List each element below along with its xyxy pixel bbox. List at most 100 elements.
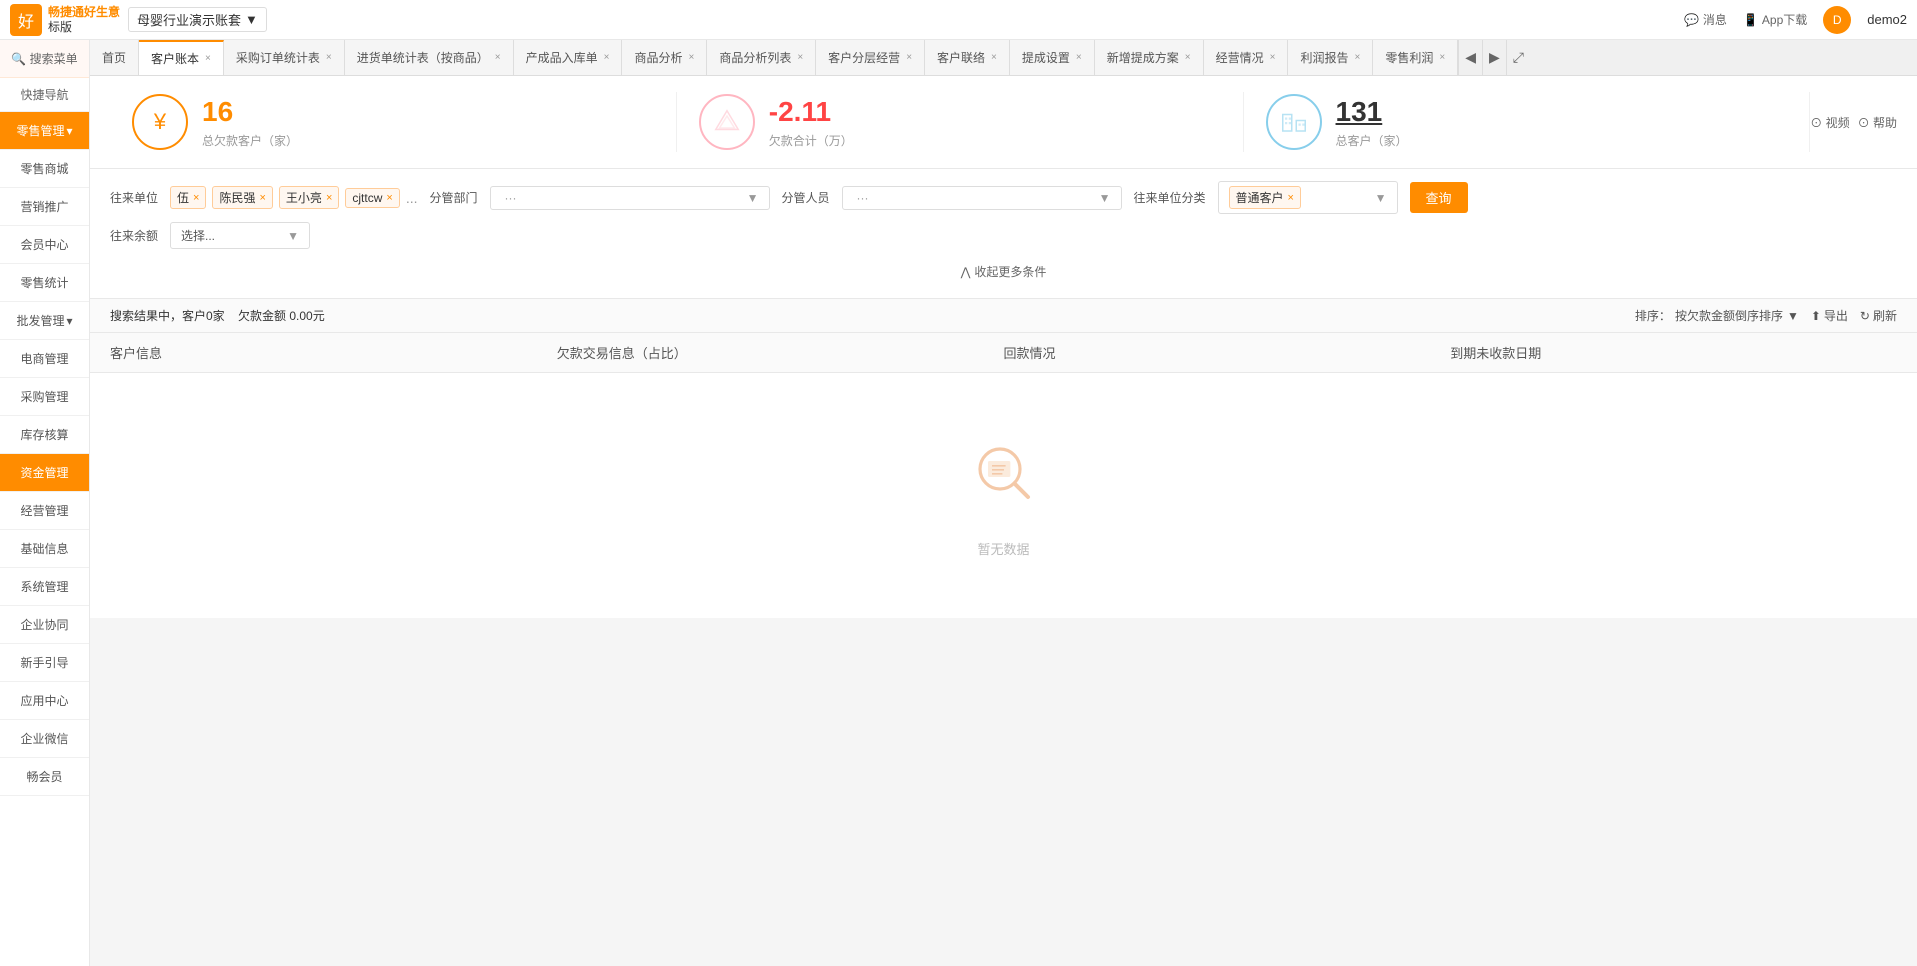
tab-purchase-orders[interactable]: 采购订单统计表 × bbox=[224, 40, 345, 76]
page-content: ¥ 16 总欠款客户（家） bbox=[90, 76, 1917, 966]
filter-balance-select[interactable]: 选择... ▼ bbox=[170, 222, 310, 249]
tab-maximize[interactable]: ⤢ bbox=[1506, 40, 1530, 76]
filter-person-select[interactable]: ··· ▼ bbox=[842, 186, 1122, 210]
tab-new-promotion[interactable]: 新增提成方案 × bbox=[1095, 40, 1204, 76]
search-icon: 🔍 bbox=[11, 52, 26, 66]
tab-profit-report[interactable]: 利润报告 × bbox=[1288, 40, 1373, 76]
tab-production-in[interactable]: 产成品入库单 × bbox=[514, 40, 623, 76]
sort-select[interactable]: 排序： 按欠款金额倒序排序 ▼ bbox=[1635, 307, 1799, 324]
export-btn[interactable]: ⬆ 导出 bbox=[1811, 307, 1848, 324]
filter-tag-wu-remove[interactable]: × bbox=[193, 192, 199, 204]
tab-operation-status[interactable]: 经营情况 × bbox=[1204, 40, 1289, 76]
tab-goods-analysis[interactable]: 商品分析 × bbox=[622, 40, 707, 76]
help-link[interactable]: ⊙ 帮助 bbox=[1858, 114, 1897, 131]
empty-state: 暂无数据 bbox=[90, 373, 1917, 618]
sidebar-item-system[interactable]: 系统管理 bbox=[0, 568, 89, 606]
tab-home[interactable]: 首页 bbox=[90, 40, 139, 76]
tab-goods-analysis-list[interactable]: 商品分析列表 × bbox=[707, 40, 816, 76]
filter-tag-cjttcw-remove[interactable]: × bbox=[386, 192, 392, 204]
tab-close-operation-status[interactable]: × bbox=[1270, 52, 1276, 63]
tab-close-customer-tier[interactable]: × bbox=[906, 52, 912, 63]
tab-promotion-settings-label: 提成设置 bbox=[1022, 49, 1070, 66]
sidebar-item-retail[interactable]: 零售管理 ▾ bbox=[0, 112, 89, 150]
more-tags-btn[interactable]: ... bbox=[406, 190, 418, 206]
search-btn-label: 查询 bbox=[1426, 191, 1452, 206]
sidebar-item-enterprise-wx[interactable]: 企业微信 bbox=[0, 720, 89, 758]
col-date-header: 到期未收款日期 bbox=[1450, 343, 1897, 362]
col-payment-header: 回款情况 bbox=[1004, 343, 1451, 362]
sidebar-item-app-center[interactable]: 应用中心 bbox=[0, 682, 89, 720]
stat-value-all-customers: 131 bbox=[1336, 95, 1408, 129]
tab-promotion-settings[interactable]: 提成设置 × bbox=[1010, 40, 1095, 76]
sidebar-item-finance[interactable]: 资金管理 bbox=[0, 454, 89, 492]
chevron-down-icon: ▾ bbox=[66, 124, 72, 138]
refresh-btn[interactable]: ↻ 刷新 bbox=[1860, 307, 1897, 324]
stat-icon-debt bbox=[699, 94, 755, 150]
export-icon: ⬆ bbox=[1811, 309, 1821, 323]
stat-icon-money: ¥ bbox=[132, 94, 188, 150]
filter-tag-normal-remove[interactable]: × bbox=[1288, 192, 1294, 204]
tab-purchase-stats[interactable]: 进货单统计表（按商品） × bbox=[345, 40, 514, 76]
sidebar-item-purchase[interactable]: 采购管理 bbox=[0, 378, 89, 416]
stat-icon-wrap-1: ¥ bbox=[130, 92, 190, 152]
filter-tag-wang-remove[interactable]: × bbox=[326, 192, 332, 204]
sidebar: 🔍 搜索菜单 快捷导航 零售管理 ▾ 零售商城 营销推广 会员中心 零售统计 bbox=[0, 40, 90, 966]
tab-nav-right[interactable]: ▶ bbox=[1482, 40, 1506, 76]
data-table: 客户信息 欠款交易信息（占比） 回款情况 到期未收款日期 bbox=[90, 333, 1917, 618]
enterprise-select[interactable]: 母婴行业演示账套 ▼ bbox=[128, 7, 267, 32]
filter-dept-dots: ··· bbox=[505, 191, 517, 205]
sidebar-item-wholesale[interactable]: 批发管理 ▾ bbox=[0, 302, 89, 340]
sidebar-item-marketing[interactable]: 营销推广 bbox=[0, 188, 89, 226]
tab-close-production-in[interactable]: × bbox=[604, 52, 610, 63]
tab-close-customers[interactable]: × bbox=[205, 53, 211, 64]
message-btn[interactable]: 💬 消息 bbox=[1684, 11, 1727, 28]
user-avatar: D bbox=[1823, 6, 1851, 34]
sidebar-item-basic-info[interactable]: 基础信息 bbox=[0, 530, 89, 568]
quick-nav[interactable]: 快捷导航 bbox=[0, 78, 89, 112]
sidebar-item-new-guide[interactable]: 新手引导 bbox=[0, 644, 89, 682]
sort-label: 排序： bbox=[1635, 307, 1671, 324]
main-layout: 🔍 搜索菜单 快捷导航 零售管理 ▾ 零售商城 营销推广 会员中心 零售统计 bbox=[0, 40, 1917, 966]
filter-row-2: 往来余额 选择... ▼ bbox=[110, 222, 1897, 249]
sidebar-item-retail-stats[interactable]: 零售统计 bbox=[0, 264, 89, 302]
tab-customer-tier[interactable]: 客户分层经营 × bbox=[816, 40, 925, 76]
filter-area: 往来单位 伍 × 陈民强 × 王小亮 × bbox=[90, 169, 1917, 299]
filter-dept-select[interactable]: ··· ▼ bbox=[490, 186, 770, 210]
sidebar-item-retail-mall[interactable]: 零售商城 bbox=[0, 150, 89, 188]
filter-unit-type-select[interactable]: 普通客户 × ▼ bbox=[1218, 181, 1398, 214]
sidebar-item-inventory[interactable]: 库存核算 bbox=[0, 416, 89, 454]
sidebar-search[interactable]: 🔍 搜索菜单 bbox=[0, 40, 89, 78]
sidebar-item-member[interactable]: 会员中心 bbox=[0, 226, 89, 264]
sidebar-item-ecommerce[interactable]: 电商管理 bbox=[0, 340, 89, 378]
sidebar-item-enterprise-coop[interactable]: 企业协同 bbox=[0, 606, 89, 644]
sidebar-item-enterprise-wx-label: 企业微信 bbox=[20, 732, 68, 746]
tab-close-purchase-stats[interactable]: × bbox=[495, 52, 501, 63]
tab-customers[interactable]: 客户账本 × bbox=[139, 40, 224, 76]
tab-close-retail-profit[interactable]: × bbox=[1439, 52, 1445, 63]
video-link[interactable]: ⊙ 视频 bbox=[1810, 114, 1849, 131]
stat-icon-wrap-2 bbox=[697, 92, 757, 152]
tab-close-promotion-settings[interactable]: × bbox=[1076, 52, 1082, 63]
collapse-filters-btn[interactable]: ⋀ 收起更多条件 bbox=[110, 257, 1897, 286]
tab-close-customer-contact[interactable]: × bbox=[991, 52, 997, 63]
filter-balance-label: 往来余额 bbox=[110, 227, 158, 244]
sidebar-item-member-label: 会员中心 bbox=[20, 238, 68, 252]
filter-unit-label: 往来单位 bbox=[110, 189, 158, 206]
app-download-btn[interactable]: 📱 App下载 bbox=[1743, 11, 1807, 28]
stat-label-customers: 总欠款客户（家） bbox=[202, 132, 298, 149]
tab-retail-profit[interactable]: 零售利润 × bbox=[1373, 40, 1458, 76]
search-button[interactable]: 查询 bbox=[1410, 182, 1468, 213]
tab-close-goods-analysis[interactable]: × bbox=[688, 52, 694, 63]
tab-customer-contact[interactable]: 客户联络 × bbox=[925, 40, 1010, 76]
filter-tag-chen-remove[interactable]: × bbox=[259, 192, 265, 204]
content-area: 首页 客户账本 × 采购订单统计表 × 进货单统计表（按商品） × 产成品入库单… bbox=[90, 40, 1917, 966]
tab-close-new-promotion[interactable]: × bbox=[1185, 52, 1191, 63]
stat-help: ⊙ 视频 ⊙ 帮助 bbox=[1810, 114, 1897, 131]
tab-close-goods-analysis-list[interactable]: × bbox=[797, 52, 803, 63]
tab-nav-left[interactable]: ◀ bbox=[1458, 40, 1482, 76]
sidebar-item-operation[interactable]: 经营管理 bbox=[0, 492, 89, 530]
tab-close-profit-report[interactable]: × bbox=[1354, 52, 1360, 63]
sidebar-item-vip[interactable]: 畅会员 bbox=[0, 758, 89, 796]
user-name[interactable]: demo2 bbox=[1867, 12, 1907, 27]
tab-close-purchase-orders[interactable]: × bbox=[326, 52, 332, 63]
